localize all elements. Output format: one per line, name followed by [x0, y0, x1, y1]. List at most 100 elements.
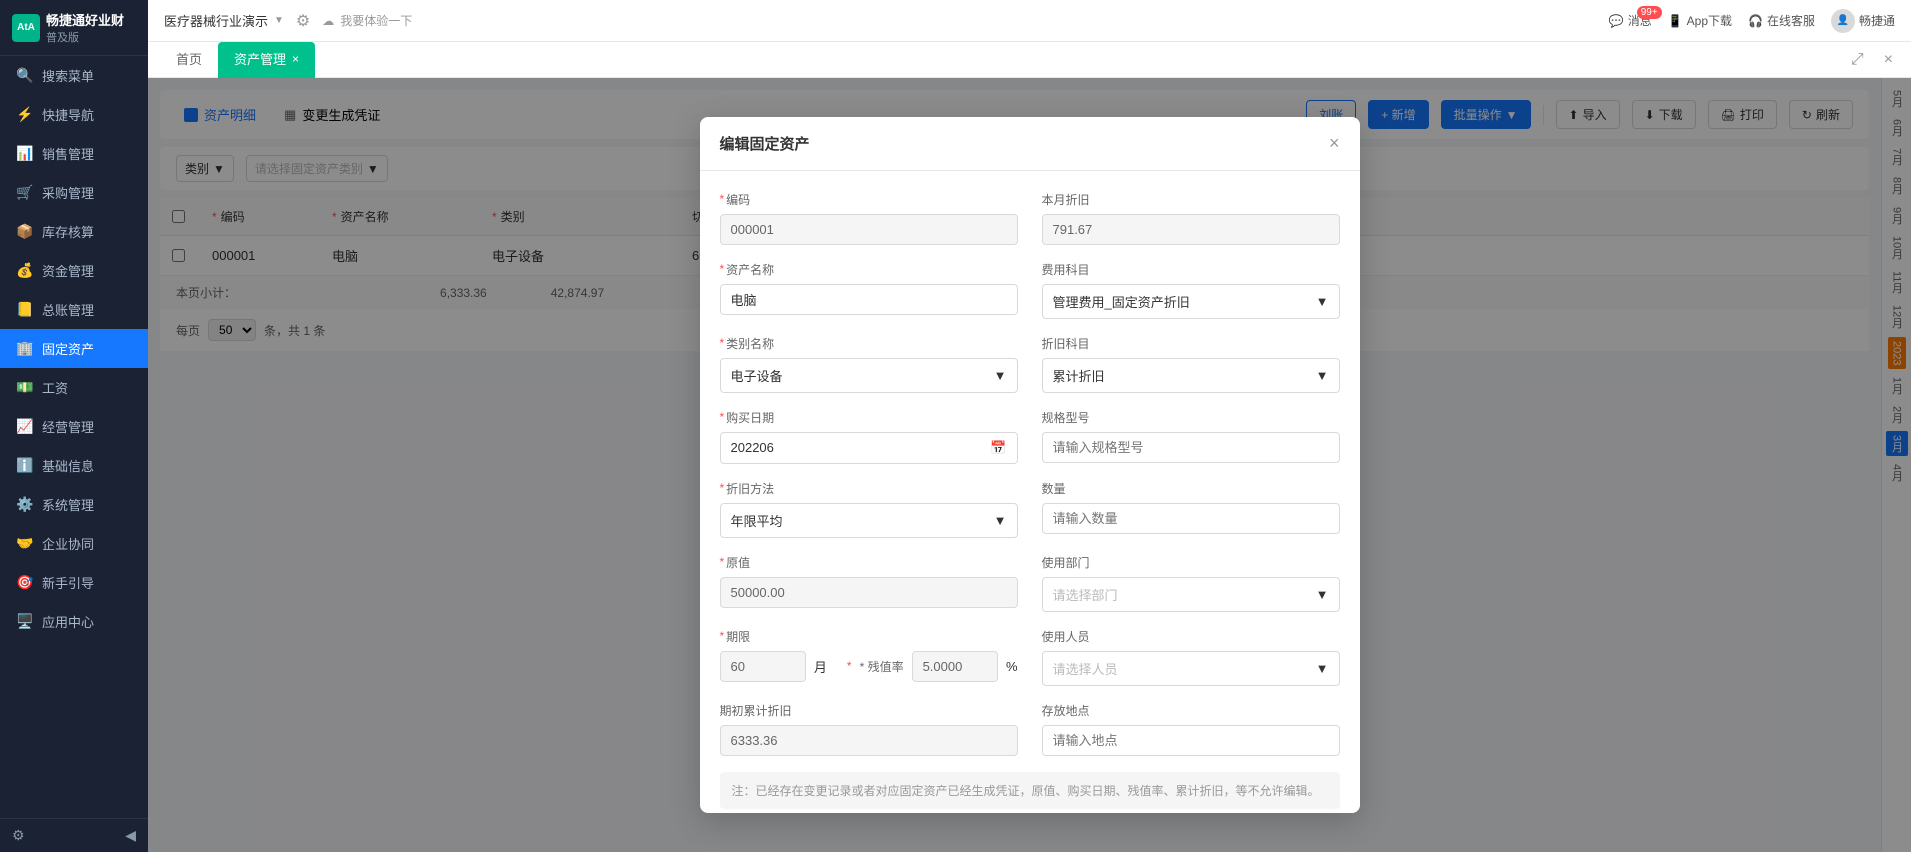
modal-close-button[interactable]: × — [1329, 133, 1340, 154]
person-select[interactable]: 请选择人员 ▼ — [1042, 651, 1340, 686]
sidebar-item-enterprise[interactable]: 🤝 企业协同 — [0, 524, 148, 563]
sidebar-item-purchase[interactable]: 🛒 采购管理 — [0, 173, 148, 212]
app-download-button[interactable]: 📱 App下载 — [1668, 12, 1732, 29]
code-input[interactable] — [720, 214, 1018, 245]
logo-icon: AtA — [12, 14, 40, 42]
form-item-depr-method: * 折旧方法 年限平均 ▼ — [720, 480, 1018, 538]
logo-text: 畅捷通好业财 — [46, 10, 124, 29]
residual-rate-input — [912, 651, 998, 682]
settings-icon[interactable]: ⚙ — [296, 11, 310, 31]
location-label: 存放地点 — [1042, 702, 1340, 719]
type-arrow-icon: ▼ — [994, 368, 1007, 383]
collapse-button[interactable]: ◀ — [125, 827, 136, 844]
type-label: * 类别名称 — [720, 335, 1018, 352]
expense-subject-label: 费用科目 — [1042, 261, 1340, 278]
enterprise-icon: 🤝 — [16, 535, 34, 553]
experience-button[interactable]: ☁ 我要体验一下 — [322, 12, 412, 29]
customer-service-button[interactable]: 🎧 在线客服 — [1748, 12, 1815, 29]
company-selector[interactable]: 医疗器械行业演示 ▼ — [164, 11, 284, 30]
dept-select[interactable]: 请选择部门 ▼ — [1042, 577, 1340, 612]
sidebar-item-payroll[interactable]: 💵 工资 — [0, 368, 148, 407]
type-select[interactable]: 电子设备 ▼ — [720, 358, 1018, 393]
sidebar-item-operations[interactable]: 📈 经营管理 — [0, 407, 148, 446]
sidebar-item-finance[interactable]: 💰 资金管理 — [0, 251, 148, 290]
residual-rate-label: * 残值率 — [860, 658, 904, 675]
modal-overlay: 编辑固定资产 × * 编码 — [148, 78, 1911, 852]
expense-subject-select[interactable]: 管理费用_固定资产折旧 ▼ — [1042, 284, 1340, 319]
monthly-depr-label: 本月折旧 — [1042, 191, 1340, 208]
form-item-type: * 类别名称 电子设备 ▼ — [720, 335, 1018, 393]
form-item-period-accum-depr: 期初累计折旧 — [720, 702, 1018, 756]
original-value-label: * 原值 — [720, 554, 1018, 571]
topbar: 医疗器械行业演示 ▼ ⚙ ☁ 我要体验一下 💬 消息 99+ 📱 App下载 🎧… — [148, 0, 1911, 42]
form-item-name: * 资产名称 — [720, 261, 1018, 319]
name-input[interactable] — [720, 284, 1018, 315]
location-input[interactable] — [1042, 725, 1340, 756]
residual-rate-unit: % — [1006, 659, 1018, 674]
modal-note: 注：已经存在变更记录或者对应固定资产已经生成凭证，原值、购买日期、残值率、累计折… — [720, 772, 1340, 809]
close-window-button[interactable]: × — [1878, 49, 1899, 71]
user-menu[interactable]: 👤 畅捷通 — [1831, 9, 1895, 33]
sidebar-item-system[interactable]: ⚙️ 系统管理 — [0, 485, 148, 524]
form-item-expense-subject: 费用科目 管理费用_固定资产折旧 ▼ — [1042, 261, 1340, 319]
modal-header: 编辑固定资产 × — [700, 117, 1360, 171]
dept-arrow-icon: ▼ — [1316, 587, 1329, 602]
quick-nav-icon: ⚡ — [16, 106, 34, 124]
depr-subject-arrow-icon: ▼ — [1316, 368, 1329, 383]
depr-subject-select[interactable]: 累计折旧 ▼ — [1042, 358, 1340, 393]
company-dropdown-icon: ▼ — [274, 15, 284, 26]
quantity-input[interactable] — [1042, 503, 1340, 534]
main-area: 医疗器械行业演示 ▼ ⚙ ☁ 我要体验一下 💬 消息 99+ 📱 App下载 🎧… — [148, 0, 1911, 852]
purchase-date-input[interactable]: 202206 📅 — [720, 432, 1018, 464]
form-item-dept: 使用部门 请选择部门 ▼ — [1042, 554, 1340, 612]
sidebar-item-fixed-assets[interactable]: 🏢 固定资产 — [0, 329, 148, 368]
tabs-left: 首页 资产管理 × — [160, 42, 315, 78]
tabs-bar: 首页 资产管理 × ⤢ × — [148, 42, 1911, 78]
form-item-original-value: * 原值 — [720, 554, 1018, 612]
sidebar-item-sales[interactable]: 📊 销售管理 — [0, 134, 148, 173]
ledger-icon: 📒 — [16, 301, 34, 319]
edit-asset-modal: 编辑固定资产 × * 编码 — [700, 117, 1360, 814]
finance-icon: 💰 — [16, 262, 34, 280]
mobile-icon: 📱 — [1668, 14, 1683, 28]
form-item-person: 使用人员 请选择人员 ▼ — [1042, 628, 1340, 686]
purchase-date-label: * 购买日期 — [720, 409, 1018, 426]
settings-button[interactable]: ⚙ — [12, 827, 25, 844]
maximize-button[interactable]: ⤢ — [1845, 49, 1870, 71]
tab-asset-management[interactable]: 资产管理 × — [218, 42, 315, 78]
form-grid: * 编码 本月折旧 * — [720, 191, 1340, 756]
spec-input[interactable] — [1042, 432, 1340, 463]
sidebar-item-basic-info[interactable]: ℹ️ 基础信息 — [0, 446, 148, 485]
code-label: * 编码 — [720, 191, 1018, 208]
sales-icon: 📊 — [16, 145, 34, 163]
payroll-icon: 💵 — [16, 379, 34, 397]
basic-info-icon: ℹ️ — [16, 457, 34, 475]
sidebar-logo: AtA 畅捷通好业财 普及版 — [0, 0, 148, 56]
quantity-label: 数量 — [1042, 480, 1340, 497]
depr-subject-label: 折旧科目 — [1042, 335, 1340, 352]
logo-sub: 普及版 — [46, 29, 124, 45]
app-center-icon: 🖥️ — [16, 613, 34, 631]
period-accum-depr-input — [720, 725, 1018, 756]
purchase-icon: 🛒 — [16, 184, 34, 202]
sidebar-footer: ⚙ ◀ — [0, 818, 148, 852]
search-icon: 🔍 — [16, 67, 34, 85]
sidebar-item-app-center[interactable]: 🖥️ 应用中心 — [0, 602, 148, 641]
page-content: 资产明细 ▦ 变更生成凭证 刘账 + 新增 批量操作 ▼ ⬆ 导入 — [148, 78, 1911, 852]
inventory-icon: 📦 — [16, 223, 34, 241]
sidebar-item-guide[interactable]: 🎯 新手引导 — [0, 563, 148, 602]
depr-method-select[interactable]: 年限平均 ▼ — [720, 503, 1018, 538]
sidebar-item-quick-nav[interactable]: ⚡ 快捷导航 — [0, 95, 148, 134]
sidebar-item-inventory[interactable]: 📦 库存核算 — [0, 212, 148, 251]
sidebar-item-ledger[interactable]: 📒 总账管理 — [0, 290, 148, 329]
tab-home[interactable]: 首页 — [160, 42, 218, 78]
sidebar-nav: 🔍 搜索菜单 ⚡ 快捷导航 📊 销售管理 🛒 采购管理 📦 库存核算 💰 资金管… — [0, 56, 148, 818]
sidebar-item-search[interactable]: 🔍 搜索菜单 — [0, 56, 148, 95]
operations-icon: 📈 — [16, 418, 34, 436]
message-button[interactable]: 💬 消息 99+ — [1609, 12, 1652, 29]
modal-body: * 编码 本月折旧 * — [700, 171, 1360, 814]
tab-close-button[interactable]: × — [292, 52, 299, 66]
message-icon: 💬 — [1609, 14, 1624, 28]
avatar: 👤 — [1831, 9, 1855, 33]
original-value-input — [720, 577, 1018, 608]
